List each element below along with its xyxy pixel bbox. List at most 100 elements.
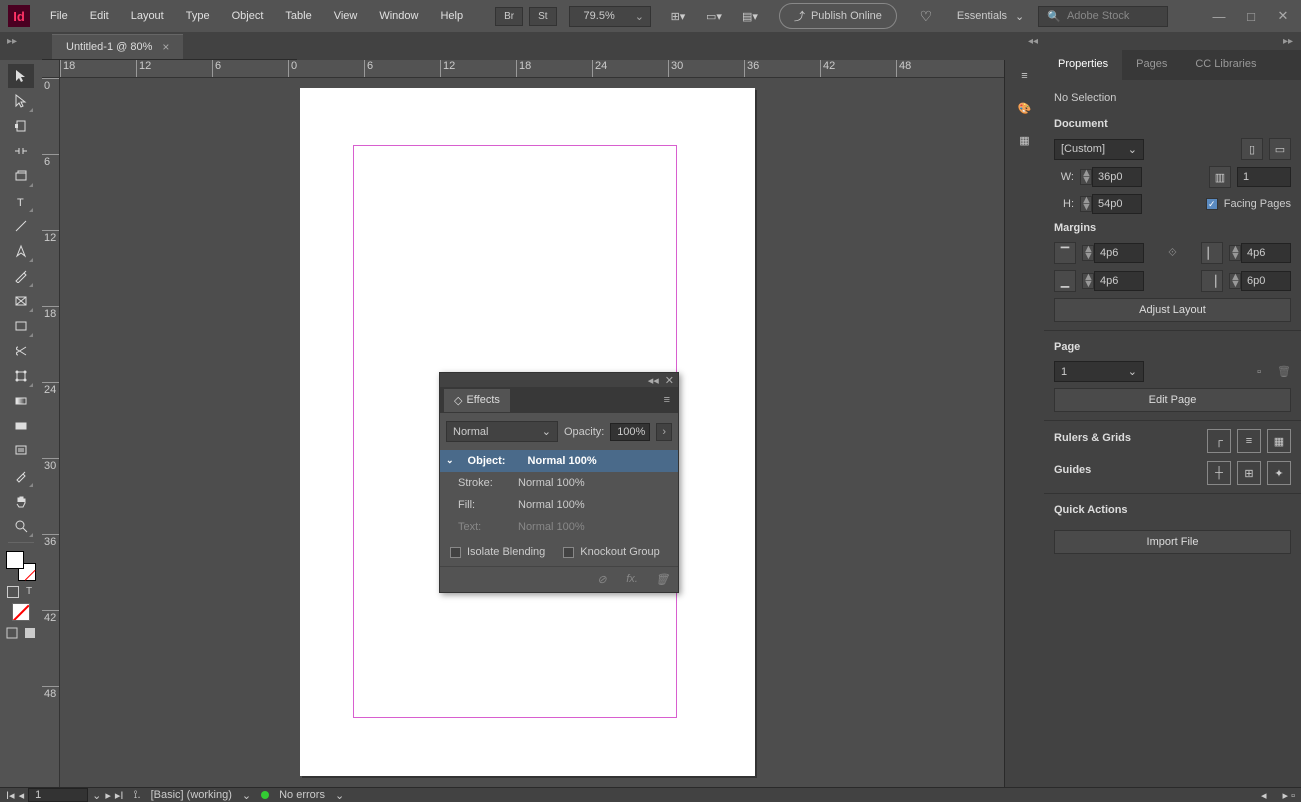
panel-menu-icon[interactable]: ≡ — [660, 390, 674, 410]
trash-icon[interactable]: 🗑 — [654, 573, 670, 586]
close-icon[interactable]: × — [162, 40, 169, 54]
isolate-blending-checkbox[interactable]: Isolate Blending — [450, 546, 545, 558]
content-collector-tool[interactable] — [8, 164, 34, 188]
rectangle-tool[interactable] — [8, 314, 34, 338]
new-page-icon[interactable]: ▫ — [1257, 366, 1261, 378]
eyedropper-tool[interactable] — [8, 464, 34, 488]
menu-view[interactable]: View — [324, 6, 368, 26]
chevron-down-icon[interactable]: ⌄ — [335, 789, 344, 802]
effects-tab[interactable]: ◇ Effects — [444, 389, 510, 412]
collapse-right-icon[interactable]: ▸▸ — [1283, 36, 1293, 47]
color-icon[interactable]: 🎨 — [1013, 98, 1037, 118]
preview-view-icon[interactable] — [23, 626, 37, 640]
direct-selection-tool[interactable] — [8, 89, 34, 113]
blend-mode-select[interactable]: Normal ⌄ — [446, 421, 558, 442]
arrange-button[interactable]: ▤▾ — [735, 5, 765, 27]
free-transform-tool[interactable] — [8, 364, 34, 388]
publish-online-button[interactable]: ⤴ Publish Online — [779, 3, 897, 29]
menu-file[interactable]: File — [40, 6, 78, 26]
page-nav[interactable]: I◂ ◂ ⌄ ▸ ▸I — [6, 788, 123, 802]
menu-edit[interactable]: Edit — [80, 6, 119, 26]
knockout-group-checkbox[interactable]: Knockout Group — [563, 546, 660, 558]
prev-page-icon[interactable]: ◂ — [19, 789, 25, 802]
collapse-icon[interactable]: ◂◂ — [648, 374, 659, 387]
minimize-button[interactable]: — — [1209, 6, 1229, 26]
ruler-vertical[interactable]: 0612182430364248 — [42, 78, 60, 787]
zoom-tool[interactable] — [8, 514, 34, 538]
bridge-button[interactable]: Br — [495, 7, 523, 26]
menu-type[interactable]: Type — [176, 6, 220, 26]
trash-icon[interactable]: 🗑 — [1277, 365, 1291, 378]
snap-guides-button[interactable]: ⊞ — [1237, 461, 1261, 485]
link-margins-icon[interactable]: ⟐ — [1150, 247, 1195, 260]
formatting-text-icon[interactable]: T — [23, 586, 35, 598]
height-spinner[interactable]: ▲▼ — [1080, 196, 1092, 212]
show-guides-button[interactable]: ┼ — [1207, 461, 1231, 485]
type-tool[interactable]: T — [8, 189, 34, 213]
baseline-grid-button[interactable]: ≡ — [1237, 429, 1261, 453]
scissors-tool[interactable] — [8, 339, 34, 363]
open-panel-icon[interactable]: ⟟. — [133, 789, 140, 802]
tab-cc-libraries[interactable]: CC Libraries — [1181, 50, 1270, 80]
menu-table[interactable]: Table — [275, 6, 321, 26]
tab-properties[interactable]: Properties — [1044, 50, 1122, 80]
pages-icon[interactable]: ▦ — [1013, 130, 1037, 150]
effects-row-fill[interactable]: Fill:Normal 100% — [440, 494, 678, 516]
workspace-switcher[interactable]: Essentials ⌄ — [945, 6, 1036, 27]
stock-button[interactable]: St — [529, 7, 556, 26]
facing-pages-checkbox[interactable]: ✓ — [1206, 198, 1218, 210]
margin-top-input[interactable] — [1094, 243, 1144, 263]
screen-mode-button[interactable]: ▭▾ — [699, 5, 729, 27]
menu-help[interactable]: Help — [430, 6, 473, 26]
margin-top-spinner[interactable]: ▲▼ — [1082, 245, 1094, 261]
import-file-button[interactable]: Import File — [1054, 530, 1291, 554]
page-number-select[interactable]: 1⌄ — [1054, 361, 1144, 382]
margin-right-spinner[interactable]: ▲▼ — [1229, 273, 1241, 289]
smart-guides-button[interactable]: ✦ — [1267, 461, 1291, 485]
preflight-errors[interactable]: No errors — [279, 789, 325, 801]
effects-row-stroke[interactable]: Stroke:Normal 100% — [440, 472, 678, 494]
fill-stroke-swatch[interactable] — [6, 551, 36, 581]
first-page-icon[interactable]: I◂ — [6, 789, 15, 802]
margin-left-spinner[interactable]: ▲▼ — [1229, 245, 1241, 261]
preflight-profile[interactable]: [Basic] (working) — [151, 789, 232, 801]
close-icon[interactable]: ✕ — [665, 374, 674, 387]
document-tab[interactable]: Untitled-1 @ 80% × — [52, 34, 183, 59]
pen-tool[interactable] — [8, 239, 34, 263]
margin-bottom-input[interactable] — [1094, 271, 1144, 291]
panel-titlebar[interactable]: ◂◂ ✕ — [440, 373, 678, 387]
collapse-left-icon[interactable]: ▸▸ — [7, 36, 17, 47]
selection-tool[interactable] — [8, 64, 34, 88]
tab-pages[interactable]: Pages — [1122, 50, 1181, 80]
ruler-origin[interactable] — [42, 60, 60, 78]
page-preset-select[interactable]: [Custom]⌄ — [1054, 139, 1144, 160]
collapse-mid-icon[interactable]: ◂◂ — [1028, 36, 1038, 47]
chevron-down-icon[interactable]: ⌄ — [92, 789, 101, 802]
close-button[interactable]: ✕ — [1273, 6, 1293, 26]
normal-view-icon[interactable] — [5, 626, 19, 640]
edit-page-button[interactable]: Edit Page — [1054, 388, 1291, 412]
orientation-portrait-button[interactable]: ▯ — [1241, 138, 1263, 160]
gradient-swatch-tool[interactable] — [8, 389, 34, 413]
margin-right-input[interactable] — [1241, 271, 1291, 291]
formatting-container-icon[interactable] — [7, 586, 19, 598]
help-bulb-icon[interactable]: ♡ — [911, 5, 941, 27]
adjust-layout-button[interactable]: Adjust Layout — [1054, 298, 1291, 322]
width-input[interactable] — [1092, 167, 1142, 187]
chevron-down-icon[interactable]: ⌄ — [629, 7, 650, 26]
view-options-button[interactable]: ⊞▾ — [663, 5, 693, 27]
gradient-feather-tool[interactable] — [8, 414, 34, 438]
opacity-flyout-icon[interactable]: › — [656, 423, 672, 441]
height-input[interactable] — [1092, 194, 1142, 214]
opacity-input[interactable] — [610, 423, 650, 441]
last-page-icon[interactable]: ▸I — [115, 789, 124, 802]
menu-object[interactable]: Object — [222, 6, 274, 26]
effects-row-object[interactable]: ⌄Object:Normal 100% — [440, 450, 678, 472]
gap-tool[interactable] — [8, 139, 34, 163]
margin-left-input[interactable] — [1241, 243, 1291, 263]
maximize-button[interactable]: □ — [1241, 6, 1261, 26]
orientation-landscape-button[interactable]: ▭ — [1269, 138, 1291, 160]
document-grid-button[interactable]: ▦ — [1267, 429, 1291, 453]
properties-icon[interactable]: ≡ — [1013, 66, 1037, 86]
chevron-down-icon[interactable]: ⌄ — [242, 789, 251, 802]
